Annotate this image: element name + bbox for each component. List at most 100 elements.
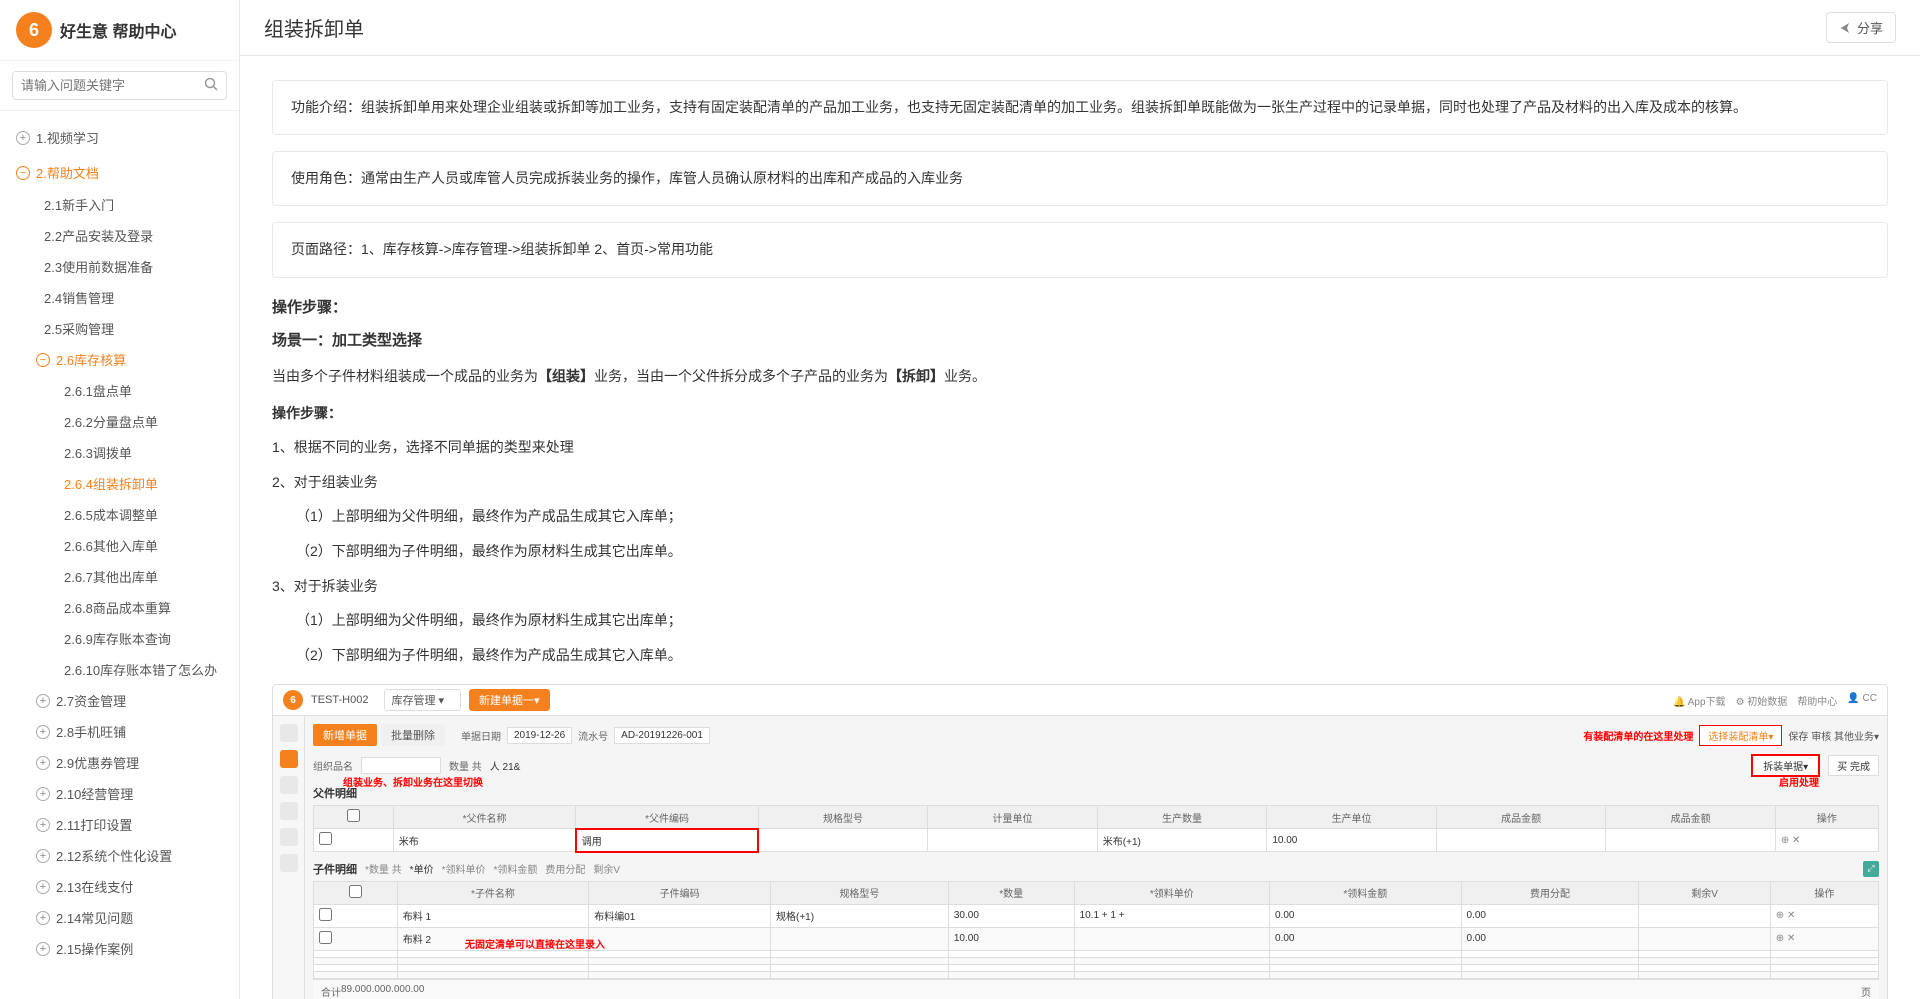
nav-group-2-11[interactable]: + 2.11打印设置 — [36, 809, 239, 840]
mock-row-del[interactable]: ✕ — [1792, 835, 1800, 846]
nav-item-2-6-4[interactable]: 2.6.4组装拆卸单 — [56, 468, 239, 499]
mock-col-parent-code: *父件编码 — [576, 806, 759, 829]
mock-tab-active[interactable]: 新增单据 — [313, 724, 377, 746]
mock-nav-icon-2: ⚙ 初始数据 — [1736, 693, 1788, 708]
screenshot-container: 6 TEST-H002 库存管理 ▾ 新建单据一▾ 🔔 App下载 ⚙ 初始数据… — [272, 684, 1888, 999]
mock-nums-value: 人 21& — [490, 758, 521, 773]
nav-item-2-2[interactable]: 2.2产品安装及登录 — [36, 220, 239, 251]
nav-group-label: 1.视频学习 — [36, 128, 99, 147]
mock-nav-icons: 🔔 App下载 ⚙ 初始数据 帮助中心 👤 CC — [1673, 693, 1877, 708]
mock-asm-value[interactable]: AD-20191226-001 — [614, 727, 710, 744]
mock-col-unit: 计量单位 — [928, 806, 1098, 829]
mock-lower-r1-copy[interactable]: ⊕ — [1776, 910, 1784, 921]
nav-item-2-6-10[interactable]: 2.6.10库存账本错了怎么办 — [56, 654, 239, 685]
mock-cell-parent-name: 米布 — [393, 829, 576, 852]
page-title: 组装拆卸单 — [264, 13, 364, 42]
mock-footer-amt1: 0.00 — [366, 984, 385, 999]
mock-sidebar-icon-1 — [280, 724, 298, 742]
nav-item-2-3[interactable]: 2.3使用前数据准备 — [36, 251, 239, 282]
mock-content: 新增单据 批量删除 单据日期 2019-12-26 流水号 AD-2019122… — [273, 716, 1887, 999]
mock-lower-r2-spec — [771, 927, 949, 950]
nav-item-2-6-1[interactable]: 2.6.1盘点单 — [56, 375, 239, 406]
mock-row-checkbox[interactable] — [319, 832, 332, 845]
mock-col-parent-name: *父件名称 — [393, 806, 576, 829]
nav-group-2-12[interactable]: + 2.12系统个性化设置 — [36, 840, 239, 871]
mock-row-action: ⊕ ✕ — [1775, 829, 1878, 852]
mock-lower-label: 子件明细 — [313, 861, 357, 877]
sidebar: 6 好生意 帮助中心 + 1.视频学习 − 2.帮助文档 2.1新手入门 — [0, 0, 240, 999]
mock-lower-table: *子件名称 子件编码 规格型号 *数量 *领料单价 *领料金额 费用分配 剩余V… — [313, 881, 1879, 979]
mock-expand-icon[interactable]: ⤢ — [1863, 861, 1879, 877]
search-icon — [204, 77, 218, 91]
mock-lower-r1-del[interactable]: ✕ — [1787, 910, 1795, 921]
nav-item-2-5[interactable]: 2.5采购管理 — [36, 313, 239, 344]
mock-org-input[interactable] — [361, 757, 441, 774]
nav-group-help-docs[interactable]: − 2.帮助文档 — [0, 156, 239, 189]
mock-check-all[interactable] — [347, 809, 360, 822]
mock-lower-r1-name: 布料 1 — [397, 904, 589, 927]
mock-lower-r1-check[interactable] — [319, 908, 332, 921]
nav-item-2-6-6[interactable]: 2.6.6其他入库单 — [56, 530, 239, 561]
mock-lower-check-all[interactable] — [349, 885, 362, 898]
mock-type-row: 组织品名 数量 共 人 21& 拆装单据▾ 买 完成 组装业务、拆卸业务在这里切… — [313, 754, 1879, 777]
topbar: 组装拆卸单 分享 — [240, 0, 1920, 56]
mock-lower-col-6: *领料金额 — [1270, 881, 1462, 904]
nav-group-video-learning[interactable]: + 1.视频学习 — [0, 121, 239, 154]
mock-lower-r2-check[interactable] — [319, 931, 332, 944]
mock-lower-r1-price: 10.1 + 1 + — [1074, 904, 1269, 927]
nav-group-2-9[interactable]: + 2.9优惠券管理 — [36, 747, 239, 778]
mock-row-copy[interactable]: ⊕ — [1781, 835, 1789, 846]
nav-group-2-13[interactable]: + 2.13在线支付 — [36, 871, 239, 902]
nav-item-2-6-8[interactable]: 2.6.8商品成本重算 — [56, 592, 239, 623]
mock-fixed-bom-btn[interactable]: 选择装配清单▾ — [1699, 725, 1782, 746]
mock-col-prod-unit: 生产单位 — [1267, 806, 1437, 829]
share-label: 分享 — [1857, 18, 1883, 37]
nav-group-2-14[interactable]: + 2.14常见问题 — [36, 902, 239, 933]
mock-lower-r1-ops: ⊕ ✕ — [1770, 904, 1878, 927]
nav-group-2-8[interactable]: + 2.8手机旺铺 — [36, 716, 239, 747]
mock-date-value[interactable]: 2019-12-26 — [507, 727, 572, 744]
mock-col-prod-qty: 生产数量 — [1097, 806, 1267, 829]
nav-item-2-6-3[interactable]: 2.6.3调拨单 — [56, 437, 239, 468]
scene1-desc: 当由多个子件材料组装成一个成品的业务为【组装】业务，当由一个父件拆分成多个子产品… — [272, 368, 986, 384]
mock-lower-row-6 — [314, 971, 1879, 978]
mock-lower-r2-del[interactable]: ✕ — [1787, 933, 1795, 944]
mock-lower-col-3: 规格型号 — [771, 881, 949, 904]
mock-footer: 合计 89.00 0.00 0.00 0.00 页 — [313, 979, 1879, 999]
mock-actions: 保存 审核 其他业务▾ — [1788, 728, 1879, 743]
nav-item-2-1[interactable]: 2.1新手入门 — [36, 189, 239, 220]
mock-type-label: 组织品名 — [313, 758, 353, 773]
mock-icon-sidebar — [273, 716, 305, 999]
mock-col-prod-amt2: 成品金额 — [1606, 806, 1776, 829]
nav-item-2-4[interactable]: 2.4销售管理 — [36, 282, 239, 313]
logo-text: 好生意 帮助中心 — [60, 18, 176, 42]
nav-item-2-6-5[interactable]: 2.6.5成本调整单 — [56, 499, 239, 530]
search-box — [12, 71, 227, 100]
nav-item-2-6-9[interactable]: 2.6.9库存账本查询 — [56, 623, 239, 654]
mock-lower-r2-copy[interactable]: ⊕ — [1776, 933, 1784, 944]
nav-group-2-6[interactable]: − 2.6库存核算 — [36, 344, 239, 375]
mock-col-prod-amt: 成品金额 — [1436, 806, 1606, 829]
mock-new-btn[interactable]: 新建单据一▾ — [469, 689, 550, 711]
mock-nav-icon-3: 帮助中心 — [1797, 693, 1837, 708]
search-button[interactable] — [196, 73, 226, 98]
intro-text: 功能介绍：组装拆卸单用来处理企业组装或拆卸等加工业务，支持有固定装配清单的产品加… — [291, 99, 1747, 115]
nav-group-2-10[interactable]: + 2.10经营管理 — [36, 778, 239, 809]
annotation-text-1: 有装配清单的在这里处理 — [1583, 728, 1693, 743]
mock-lower-row-3 — [314, 950, 1879, 957]
nav-group-2-15[interactable]: + 2.15操作案例 — [36, 933, 239, 964]
nav-group-1: + 1.视频学习 — [0, 121, 239, 154]
mock-confirm-btn[interactable]: 买 完成 — [1828, 755, 1879, 776]
nav-group-2-7[interactable]: + 2.7资金管理 — [36, 685, 239, 716]
mock-tab-batch[interactable]: 批量删除 — [381, 724, 445, 746]
mock-lower-r1-dist: 0.00 — [1461, 904, 1639, 927]
mock-lower-row-5 — [314, 964, 1879, 971]
mock-footer-extra: 页 — [1861, 984, 1871, 999]
mock-sidebar-icon-6 — [280, 854, 298, 872]
mock-module-dropdown[interactable]: 库存管理 ▾ — [384, 689, 461, 711]
annotation-text-3: 启用处理 — [1779, 774, 1819, 789]
nav-item-2-6-7[interactable]: 2.6.7其他出库单 — [56, 561, 239, 592]
search-input[interactable] — [13, 72, 196, 99]
nav-item-2-6-2[interactable]: 2.6.2分量盘点单 — [56, 406, 239, 437]
share-button[interactable]: 分享 — [1826, 12, 1896, 43]
